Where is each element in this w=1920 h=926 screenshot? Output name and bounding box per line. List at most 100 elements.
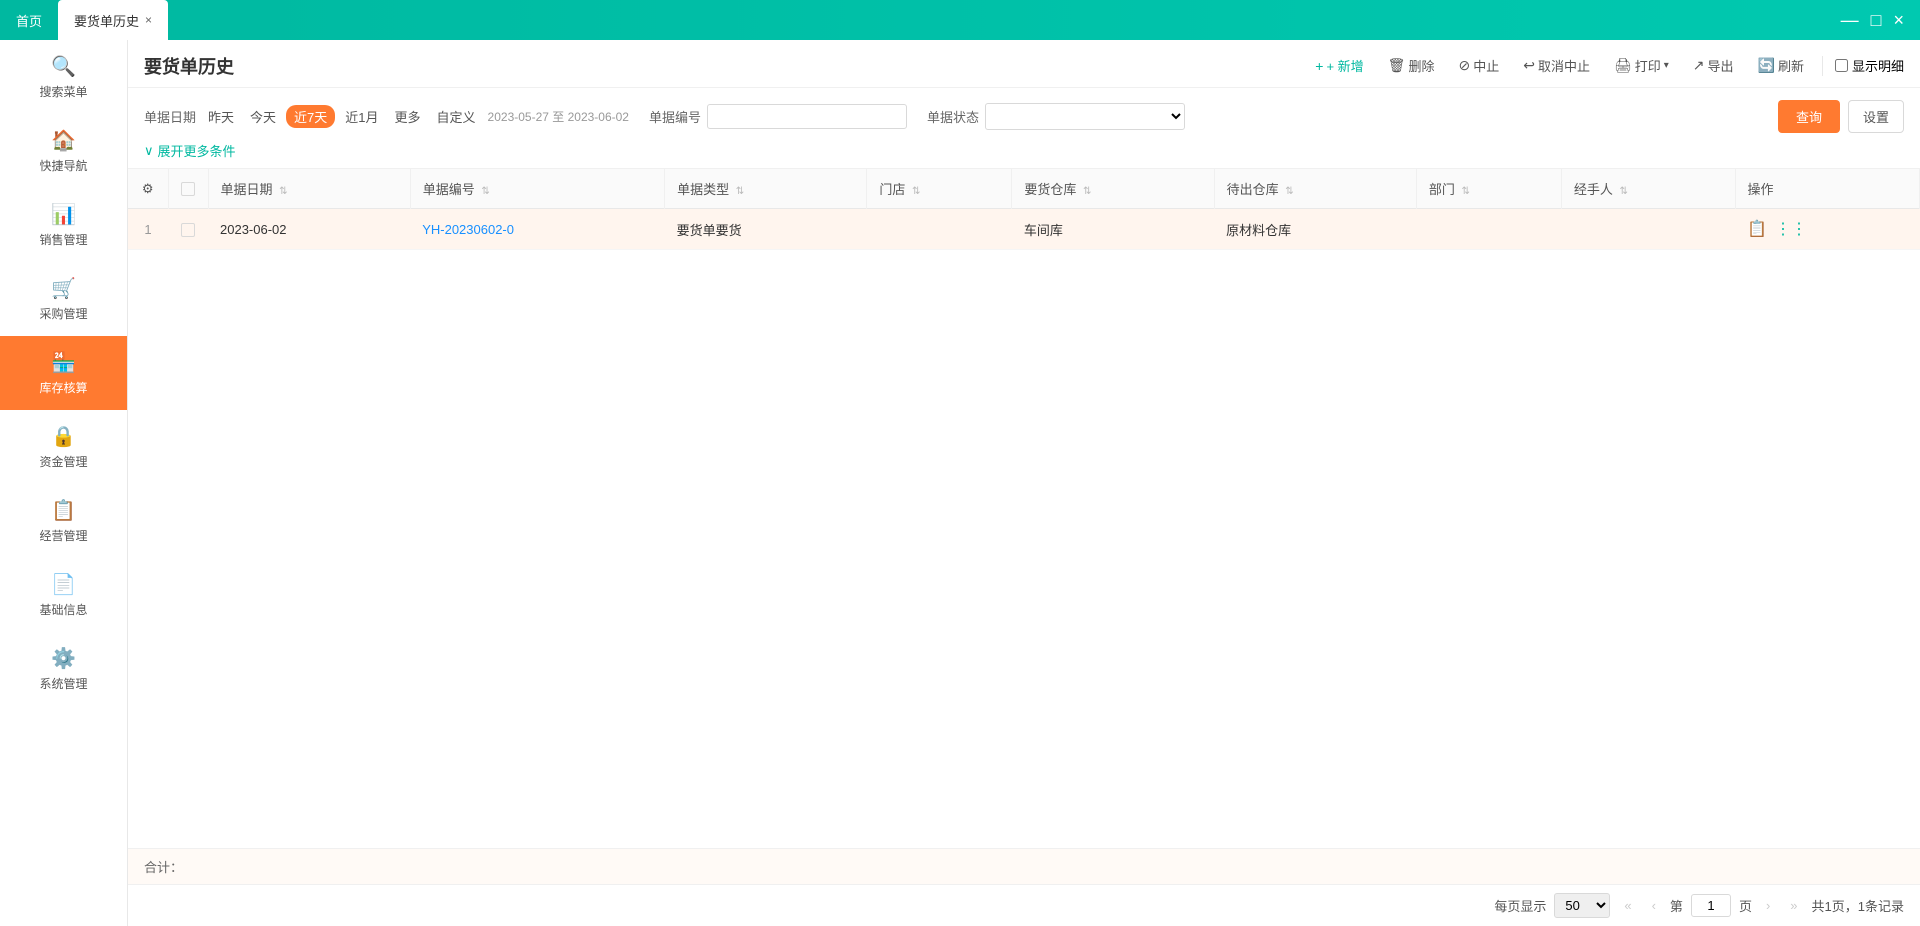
sidebar-item-system-mgmt[interactable]: ⚙️ 系统管理 — [0, 632, 127, 706]
sidebar-item-quick-nav[interactable]: 🏠 快捷导航 — [0, 114, 127, 188]
print-dropdown-icon: ▾ — [1664, 60, 1669, 71]
toolbar-separator — [1822, 56, 1823, 76]
prev-page-btn[interactable]: ‹ — [1646, 895, 1662, 916]
sidebar-item-operation-label: 经营管理 — [39, 527, 87, 544]
sidebar-item-finance-label: 资金管理 — [39, 453, 87, 470]
table-body: 1 2023-06-02 YH-20230602-0 要货单要货 — [128, 209, 1920, 250]
date-yesterday[interactable]: 昨天 — [202, 105, 240, 128]
tab-home[interactable]: 首页 — [0, 0, 58, 40]
date-today[interactable]: 今天 — [244, 105, 282, 128]
th-req-warehouse[interactable]: 要货仓库 ⇅ — [1012, 169, 1214, 209]
date-7days[interactable]: 近7天 — [286, 105, 335, 128]
row-handler — [1561, 209, 1735, 250]
sidebar-item-purchase-mgmt[interactable]: 🛒 采购管理 — [0, 262, 127, 336]
new-label: + 新增 — [1326, 56, 1363, 75]
th-pending-warehouse[interactable]: 待出仓库 ⇅ — [1214, 169, 1416, 209]
close-window-icon[interactable]: × — [1893, 10, 1904, 31]
row-edit-icon[interactable]: 📋 — [1747, 219, 1767, 239]
th-bill-date-label: 单据日期 — [221, 182, 273, 197]
show-detail-label: 显示明细 — [1852, 56, 1904, 75]
minimize-icon[interactable]: — — [1841, 10, 1859, 31]
delete-button[interactable]: 🗑 删除 — [1382, 52, 1441, 79]
page-number-input[interactable] — [1691, 894, 1731, 917]
th-settings[interactable]: ⚙ — [128, 169, 168, 209]
th-bill-no[interactable]: 单据编号 ⇅ — [410, 169, 664, 209]
bill-no-input[interactable] — [707, 104, 907, 129]
table-container: ⚙ 单据日期 ⇅ 单据编号 ⇅ 单据类型 — [128, 169, 1920, 848]
th-store-label: 门店 — [879, 182, 905, 197]
export-button[interactable]: ↗ 导出 — [1687, 52, 1740, 79]
date-custom[interactable]: 自定义 — [431, 105, 482, 128]
sidebar-item-inventory-label: 库存核算 — [39, 379, 87, 396]
sidebar-item-basic-info[interactable]: 📄 基础信息 — [0, 558, 127, 632]
th-department-label: 部门 — [1429, 182, 1455, 197]
sort-department-icon: ⇅ — [1461, 186, 1469, 197]
bill-no-filter: 单据编号 — [649, 104, 907, 129]
th-checkbox[interactable] — [168, 169, 208, 209]
last-page-btn[interactable]: » — [1784, 895, 1803, 916]
date-more[interactable]: 更多 — [389, 105, 427, 128]
row-select-checkbox[interactable] — [181, 223, 195, 237]
refresh-button[interactable]: 🔄 刷新 — [1752, 52, 1810, 79]
bill-no-link[interactable]: YH-20230602-0 — [422, 222, 514, 237]
th-bill-type[interactable]: 单据类型 ⇅ — [665, 169, 867, 209]
action-icons: 📋 ⋮⋮ — [1747, 219, 1907, 239]
filter-area: 单据日期 昨天 今天 近7天 近1月 更多 自定义 2023-05-27 至 2… — [128, 88, 1920, 169]
th-department[interactable]: 部门 ⇅ — [1416, 169, 1561, 209]
expand-more-button[interactable]: ∨ 展开更多条件 — [144, 141, 1904, 160]
tab-requisition-history[interactable]: 要货单历史 × — [58, 0, 168, 40]
delete-icon: 🗑 — [1388, 57, 1406, 74]
status-select[interactable] — [985, 103, 1185, 130]
page-prefix-label: 第 — [1670, 896, 1683, 915]
date-1month[interactable]: 近1月 — [339, 105, 384, 128]
sidebar-item-purchase-label: 采购管理 — [39, 305, 87, 322]
tab-requisition-label: 要货单历史 — [74, 11, 139, 30]
top-bar-right: — □ × — [1841, 10, 1920, 31]
th-bill-date[interactable]: 单据日期 ⇅ — [208, 169, 410, 209]
maximize-icon[interactable]: □ — [1871, 10, 1882, 31]
bill-no-label: 单据编号 — [649, 107, 701, 126]
th-action-label: 操作 — [1748, 182, 1774, 197]
sort-store-icon: ⇅ — [912, 186, 920, 197]
print-button[interactable]: 🖨 打印 ▾ — [1608, 52, 1675, 79]
status-filter: 单据状态 — [927, 103, 1185, 130]
tab-close-icon[interactable]: × — [145, 13, 152, 27]
sidebar-item-search-menu-label: 搜索菜单 — [39, 83, 87, 100]
page-header: 要货单历史 + + 新增 🗑 删除 ⊘ 中止 ↩ 取消中止 — [128, 40, 1920, 88]
delete-label: 删除 — [1408, 56, 1434, 75]
row-pending-warehouse: 原材料仓库 — [1214, 209, 1416, 250]
sidebar-item-inventory[interactable]: 🏪 库存核算 — [0, 336, 127, 410]
search-menu-icon: 🔍 — [51, 54, 76, 79]
th-bill-no-label: 单据编号 — [423, 182, 475, 197]
sidebar-item-sales-label: 销售管理 — [39, 231, 87, 248]
row-bill-date: 2023-06-02 — [208, 209, 410, 250]
select-all-checkbox[interactable] — [181, 182, 195, 196]
row-bill-no[interactable]: YH-20230602-0 — [410, 209, 664, 250]
sidebar-item-search-menu[interactable]: 🔍 搜索菜单 — [0, 40, 127, 114]
sort-handler-icon: ⇅ — [1620, 186, 1628, 197]
show-detail-checkbox[interactable] — [1835, 59, 1848, 72]
sort-req-warehouse-icon: ⇅ — [1083, 186, 1091, 197]
stop-icon: ⊘ — [1458, 57, 1470, 74]
sidebar-item-quick-nav-label: 快捷导航 — [39, 157, 87, 174]
sidebar-item-operation-mgmt[interactable]: 📋 经营管理 — [0, 484, 127, 558]
settings-button[interactable]: 设置 — [1848, 100, 1904, 133]
show-detail-checkbox-label[interactable]: 显示明细 — [1835, 56, 1904, 75]
th-pending-warehouse-label: 待出仓库 — [1227, 182, 1279, 197]
new-button[interactable]: + + 新增 — [1309, 52, 1369, 79]
sidebar-item-finance-mgmt[interactable]: 🔒 资金管理 — [0, 410, 127, 484]
th-store[interactable]: 门店 ⇅ — [867, 169, 1012, 209]
stop-button[interactable]: ⊘ 中止 — [1452, 52, 1505, 79]
next-page-btn[interactable]: › — [1760, 895, 1776, 916]
cancel-stop-button[interactable]: ↩ 取消中止 — [1517, 52, 1596, 79]
query-button[interactable]: 查询 — [1778, 100, 1840, 133]
per-page-select[interactable]: 50 10 20 100 — [1554, 893, 1610, 918]
new-icon: + — [1315, 58, 1323, 74]
first-page-btn[interactable]: « — [1618, 895, 1637, 916]
th-action: 操作 — [1735, 169, 1919, 209]
row-more-icon[interactable]: ⋮⋮ — [1775, 219, 1807, 239]
sidebar-item-sales-mgmt[interactable]: 📊 销售管理 — [0, 188, 127, 262]
th-handler[interactable]: 经手人 ⇅ — [1561, 169, 1735, 209]
sort-bill-no-icon: ⇅ — [481, 186, 489, 197]
row-checkbox[interactable] — [168, 209, 208, 250]
